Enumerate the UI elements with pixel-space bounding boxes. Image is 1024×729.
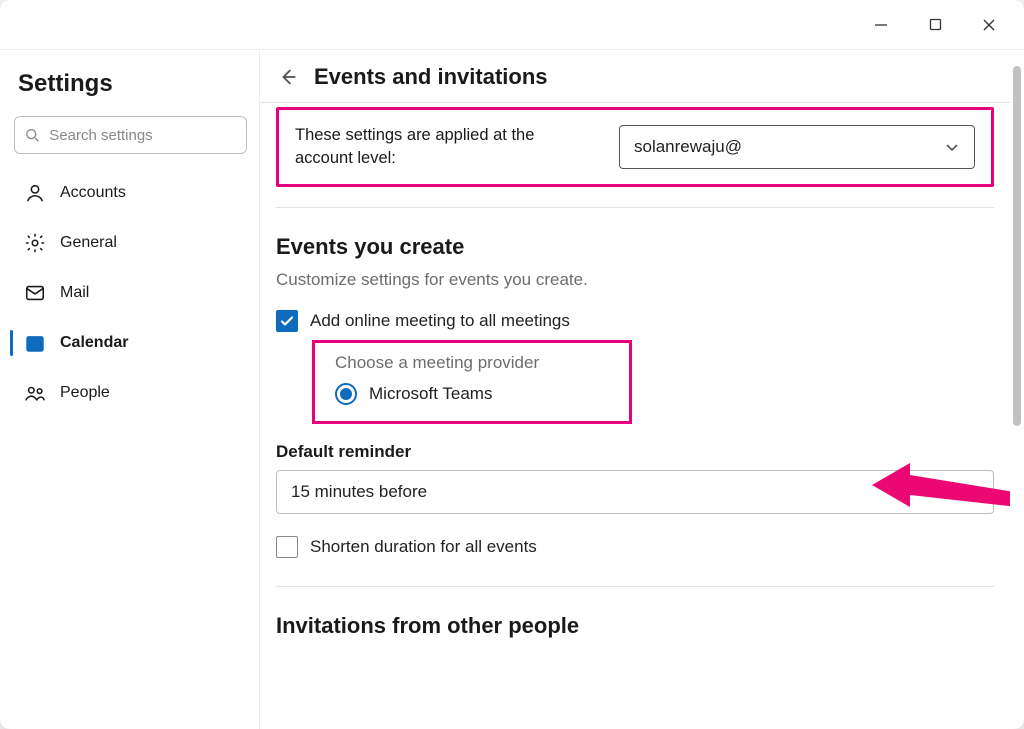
maximize-button[interactable] [908, 4, 962, 46]
add-online-meeting-label: Add online meeting to all meetings [310, 311, 570, 331]
provider-radio-teams[interactable] [335, 383, 357, 405]
default-reminder-value: 15 minutes before [291, 482, 427, 502]
mail-icon [24, 282, 46, 304]
minimize-button[interactable] [854, 4, 908, 46]
account-select-value: solanrewaju@ [634, 137, 742, 157]
maximize-icon [929, 18, 942, 31]
events-subheading: Customize settings for events you create… [276, 270, 994, 290]
sidebar-item-mail[interactable]: Mail [14, 272, 247, 314]
sidebar-item-label: Accounts [60, 184, 126, 202]
provider-option-row[interactable]: Microsoft Teams [335, 383, 609, 405]
content: Events and invitations These settings ar… [260, 50, 1010, 729]
titlebar [0, 0, 1024, 50]
chevron-down-icon [963, 484, 979, 500]
content-wrap: Events and invitations These settings ar… [260, 50, 1024, 729]
chevron-down-icon [944, 139, 960, 155]
gear-icon [24, 232, 46, 254]
provider-box: Choose a meeting provider Microsoft Team… [312, 340, 632, 424]
divider [276, 586, 994, 587]
sidebar-item-accounts[interactable]: Accounts [14, 172, 247, 214]
scrollbar-track[interactable] [1010, 50, 1024, 729]
sidebar-item-label: Mail [60, 284, 89, 302]
page-title: Events and invitations [314, 64, 548, 90]
close-icon [982, 18, 996, 32]
events-heading: Events you create [276, 234, 994, 260]
add-online-meeting-checkbox[interactable] [276, 310, 298, 332]
body: Settings Accounts General [0, 50, 1024, 729]
account-select[interactable]: solanrewaju@ [619, 125, 975, 169]
sidebar-item-calendar[interactable]: Calendar [14, 322, 247, 364]
minimize-icon [874, 18, 888, 32]
sidebar-item-label: People [60, 384, 110, 402]
provider-option-label: Microsoft Teams [369, 384, 492, 404]
sidebar-title: Settings [18, 70, 247, 98]
sidebar: Settings Accounts General [0, 50, 260, 729]
people-icon [24, 382, 46, 404]
content-header: Events and invitations [260, 50, 1010, 102]
person-icon [24, 182, 46, 204]
divider [276, 207, 994, 208]
default-reminder-select[interactable]: 15 minutes before [276, 470, 994, 514]
shorten-duration-checkbox[interactable] [276, 536, 298, 558]
account-level-box: These settings are applied at the accoun… [276, 107, 994, 187]
sidebar-item-people[interactable]: People [14, 372, 247, 414]
content-inner: These settings are applied at the accoun… [260, 107, 1010, 689]
shorten-duration-label: Shorten duration for all events [310, 537, 537, 557]
window: Settings Accounts General [0, 0, 1024, 729]
search-input[interactable] [47, 126, 236, 145]
add-online-meeting-row[interactable]: Add online meeting to all meetings [276, 310, 994, 332]
sidebar-item-label: Calendar [60, 334, 128, 352]
default-reminder-label: Default reminder [276, 442, 994, 462]
shorten-duration-row[interactable]: Shorten duration for all events [276, 536, 994, 558]
arrow-left-icon [277, 66, 299, 88]
close-button[interactable] [962, 4, 1016, 46]
calendar-icon [24, 332, 46, 354]
account-level-label: These settings are applied at the accoun… [295, 124, 595, 170]
divider [260, 102, 1010, 103]
search-icon [25, 127, 39, 143]
scrollbar-thumb[interactable] [1013, 66, 1021, 426]
search-box[interactable] [14, 116, 247, 154]
invitations-heading: Invitations from other people [276, 613, 994, 639]
provider-title: Choose a meeting provider [335, 353, 609, 373]
back-button[interactable] [276, 65, 300, 89]
sidebar-item-general[interactable]: General [14, 222, 247, 264]
sidebar-item-label: General [60, 234, 117, 252]
check-icon [279, 313, 295, 329]
